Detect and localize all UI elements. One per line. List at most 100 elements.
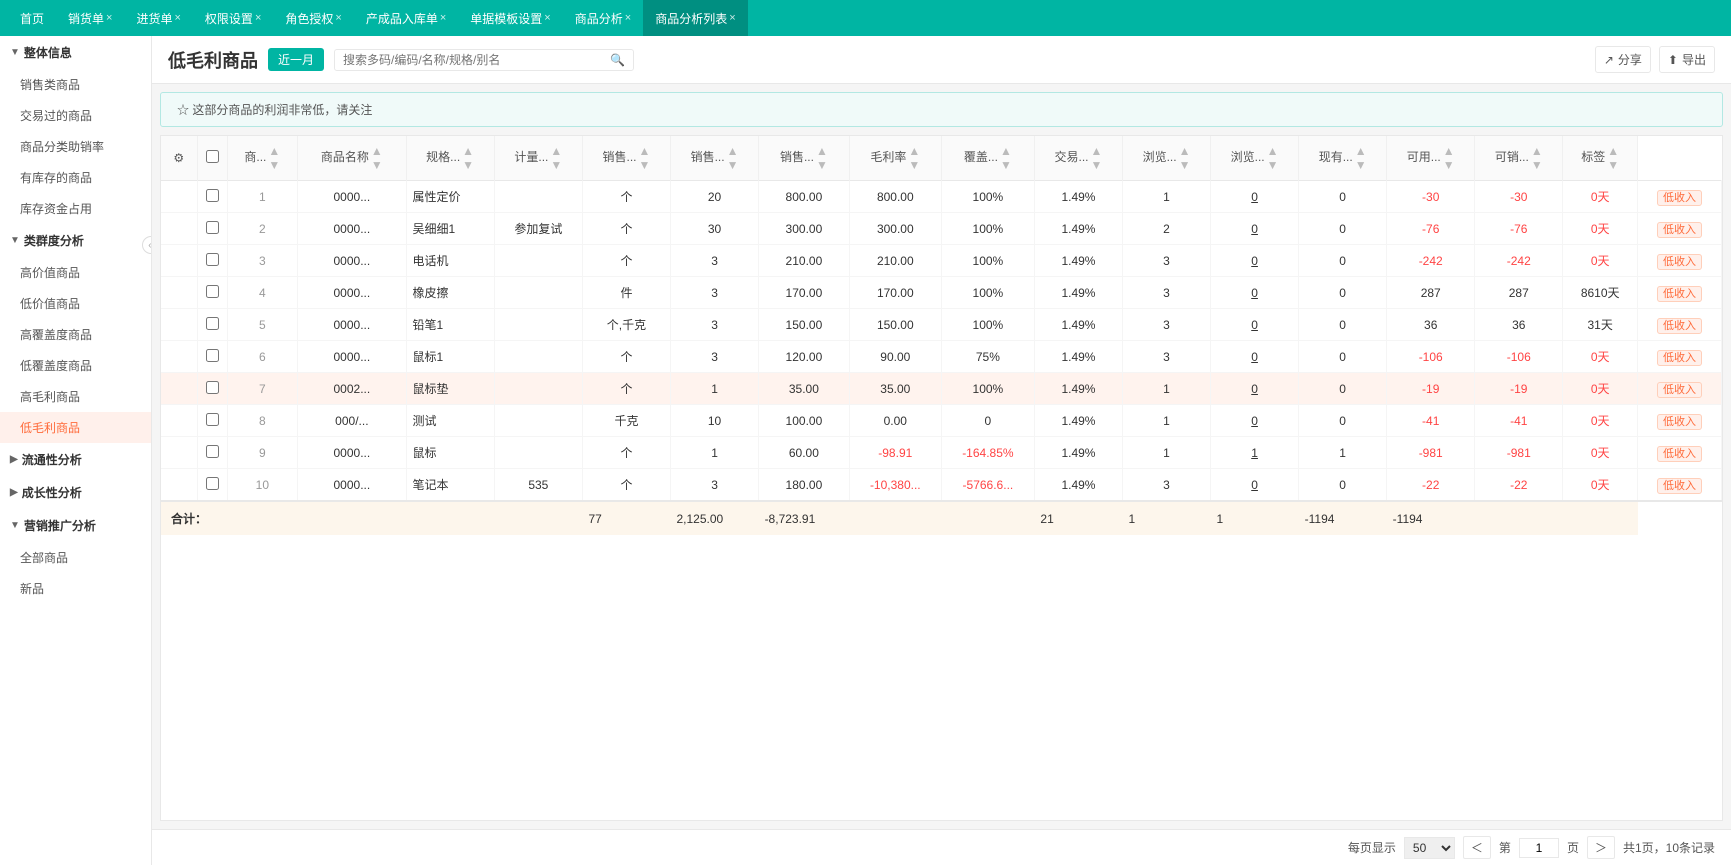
row-browse1[interactable]: 0: [1211, 309, 1299, 341]
nav-role-auth[interactable]: 角色授权 ×: [273, 0, 353, 36]
sidebar-item-sales-category[interactable]: 销售类商品: [0, 69, 151, 100]
search-input[interactable]: [343, 53, 610, 67]
nav-close-product[interactable]: ×: [440, 12, 446, 24]
sidebar-item-all-products[interactable]: 全部商品: [0, 542, 151, 573]
sidebar-item-high-margin[interactable]: 高毛利商品: [0, 381, 151, 412]
row-checkbox[interactable]: [206, 253, 219, 266]
row-checkbox[interactable]: [206, 477, 219, 490]
prev-page-btn[interactable]: ＜: [1463, 836, 1491, 859]
row-browse1[interactable]: 0: [1211, 341, 1299, 373]
th-tag[interactable]: 标签▲▼: [1563, 136, 1638, 181]
export-btn[interactable]: ⬆ 导出: [1659, 46, 1715, 73]
th-code[interactable]: 商...▲▼: [227, 136, 298, 181]
th-unit[interactable]: 计量...▲▼: [494, 136, 582, 181]
row-name[interactable]: 电话机: [406, 245, 494, 277]
nav-close-sales[interactable]: ×: [106, 12, 112, 24]
row-sales-qty: 3: [671, 309, 759, 341]
row-name[interactable]: 鼠标: [406, 437, 494, 469]
nav-close-purchase[interactable]: ×: [174, 12, 180, 24]
sidebar-group-growth[interactable]: ▶ 成长性分析: [0, 476, 151, 509]
per-page-select[interactable]: 50 100 200: [1404, 837, 1455, 859]
sidebar-item-traded[interactable]: 交易过的商品: [0, 100, 151, 131]
th-spec[interactable]: 规格...▲▼: [406, 136, 494, 181]
nav-close-analysis-list[interactable]: ×: [729, 12, 735, 24]
th-sales-qty[interactable]: 销售...▲▼: [582, 136, 670, 181]
row-browse1[interactable]: 1: [1211, 437, 1299, 469]
nav-product-analysis-list[interactable]: 商品分析列表 ×: [643, 0, 747, 36]
nav-template-settings[interactable]: 单据模板设置 ×: [458, 0, 562, 36]
sidebar-item-in-stock[interactable]: 有库存的商品: [0, 162, 151, 193]
row-name[interactable]: 鼠标垫: [406, 373, 494, 405]
search-icon[interactable]: 🔍: [610, 53, 625, 67]
row-checkbox[interactable]: [206, 285, 219, 298]
row-browse1[interactable]: 0: [1211, 245, 1299, 277]
row-available: -981: [1475, 437, 1563, 469]
th-browse1[interactable]: 浏览...▲▼: [1122, 136, 1210, 181]
sidebar-item-high-coverage[interactable]: 高覆盖度商品: [0, 319, 151, 350]
sidebar-group-overall[interactable]: ▼ 整体信息: [0, 36, 151, 69]
row-checkbox[interactable]: [206, 189, 219, 202]
th-browse2[interactable]: 浏览...▲▼: [1211, 136, 1299, 181]
row-sales-amount: -98.91: [849, 437, 941, 469]
sidebar-item-low-margin[interactable]: 低毛利商品: [0, 412, 151, 443]
row-checkbox[interactable]: [206, 317, 219, 330]
table-row: 1 0000... 属性定价 个 20 800.00 800.00 100% 1…: [161, 181, 1722, 213]
th-settings[interactable]: ⚙: [161, 136, 197, 181]
th-gross-margin[interactable]: 毛利率▲▼: [849, 136, 941, 181]
row-sales-qty: 3: [671, 277, 759, 309]
th-current-stock[interactable]: 现有...▲▼: [1299, 136, 1387, 181]
th-sales-price[interactable]: 销售...▲▼: [671, 136, 759, 181]
sidebar-item-new-products[interactable]: 新品: [0, 573, 151, 604]
row-name[interactable]: 测试: [406, 405, 494, 437]
nav-close-role[interactable]: ×: [335, 12, 341, 24]
row-browse1[interactable]: 0: [1211, 213, 1299, 245]
nav-purchase-order[interactable]: 进货单 ×: [124, 0, 192, 36]
th-name[interactable]: 商品名称▲▼: [298, 136, 406, 181]
row-name[interactable]: 属性定价: [406, 181, 494, 213]
sidebar-group-cluster[interactable]: ▼ 类群度分析: [0, 224, 151, 257]
row-checkbox[interactable]: [206, 349, 219, 362]
row-coverage: 1.49%: [1034, 245, 1122, 277]
sidebar-group-circulation[interactable]: ▶ 流通性分析: [0, 443, 151, 476]
row-browse1[interactable]: 0: [1211, 405, 1299, 437]
th-coverage[interactable]: 覆盖...▲▼: [941, 136, 1034, 181]
sidebar-item-high-value[interactable]: 高价值商品: [0, 257, 151, 288]
row-checkbox[interactable]: [206, 381, 219, 394]
row-name[interactable]: 铅笔1: [406, 309, 494, 341]
row-browse1[interactable]: 0: [1211, 373, 1299, 405]
th-saleable[interactable]: 可销...▲▼: [1475, 136, 1563, 181]
nav-product-analysis[interactable]: 商品分析 ×: [563, 0, 643, 36]
nav-permission-settings[interactable]: 权限设置 ×: [193, 0, 273, 36]
row-checkbox[interactable]: [206, 413, 219, 426]
nav-close-template[interactable]: ×: [544, 12, 550, 24]
sidebar-group-marketing[interactable]: ▼ 营销推广分析: [0, 509, 151, 542]
row-checkbox[interactable]: [206, 445, 219, 458]
row-checkbox[interactable]: [206, 221, 219, 234]
row-browse1[interactable]: 0: [1211, 181, 1299, 213]
share-btn[interactable]: ↗ 分享: [1595, 46, 1651, 73]
th-available[interactable]: 可用...▲▼: [1387, 136, 1475, 181]
next-page-btn[interactable]: ＞: [1587, 836, 1615, 859]
row-num: 1: [227, 181, 298, 213]
row-name[interactable]: 吴细细1: [406, 213, 494, 245]
nav-close-analysis[interactable]: ×: [625, 12, 631, 24]
th-sales-amount[interactable]: 销售...▲▼: [759, 136, 850, 181]
sidebar-item-category-rate[interactable]: 商品分类助销率: [0, 131, 151, 162]
nav-sales-order[interactable]: 销货单 ×: [56, 0, 124, 36]
row-name[interactable]: 笔记本: [406, 469, 494, 502]
row-browse1[interactable]: 0: [1211, 469, 1299, 502]
sidebar-item-low-value[interactable]: 低价值商品: [0, 288, 151, 319]
nav-product-storage[interactable]: 产成品入库单 ×: [354, 0, 458, 36]
filter-recent-month-btn[interactable]: 近一月: [268, 48, 324, 71]
row-name[interactable]: 鼠标1: [406, 341, 494, 373]
sidebar-item-low-coverage[interactable]: 低覆盖度商品: [0, 350, 151, 381]
page-number-input[interactable]: [1519, 838, 1559, 858]
select-all-checkbox[interactable]: [206, 150, 219, 163]
nav-close-permission[interactable]: ×: [255, 12, 261, 24]
th-trade[interactable]: 交易...▲▼: [1034, 136, 1122, 181]
row-browse1[interactable]: 0: [1211, 277, 1299, 309]
nav-home[interactable]: 首页: [8, 0, 56, 36]
row-current-stock: -19: [1387, 373, 1475, 405]
row-name[interactable]: 橡皮擦: [406, 277, 494, 309]
sidebar-item-stock-capital[interactable]: 库存资金占用: [0, 193, 151, 224]
